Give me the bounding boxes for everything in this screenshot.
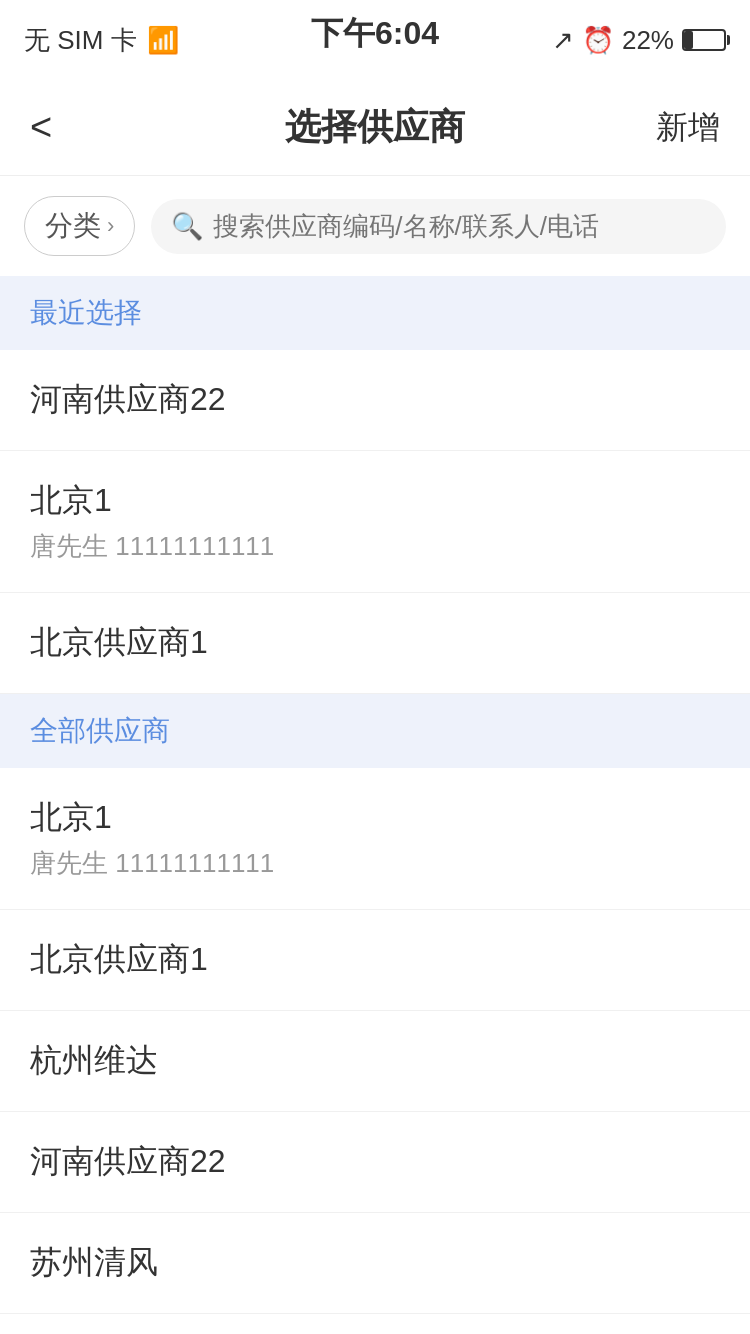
status-right: ↗ ⏰ 22% (552, 25, 726, 56)
location-icon: ↗ (552, 25, 574, 56)
status-left: 无 SIM 卡 📶 (24, 23, 179, 58)
item-name: 北京1 (30, 796, 720, 840)
filter-bar: 分类 › 🔍 (0, 176, 750, 276)
alarm-icon: ⏰ (582, 25, 614, 56)
list-item[interactable]: 北京1 唐先生 11111111111 (0, 451, 750, 593)
list-item[interactable]: 河南供应商22 (0, 1112, 750, 1213)
item-name: 河南供应商22 (30, 378, 720, 422)
battery-icon (682, 29, 726, 51)
nav-bar: < 选择供应商 新增 (0, 80, 750, 176)
battery-percent: 22% (622, 25, 674, 56)
recent-list: 河南供应商22 北京1 唐先生 11111111111 北京供应商1 (0, 350, 750, 694)
category-label: 分类 (45, 207, 101, 245)
list-item[interactable]: 苏州清风 (0, 1213, 750, 1314)
list-item[interactable]: 北京1 唐先生 11111111111 (0, 768, 750, 910)
list-item[interactable]: 北京供应商1 (0, 910, 750, 1011)
all-section-header: 全部供应商 (0, 694, 750, 768)
search-input[interactable] (213, 211, 706, 242)
category-filter[interactable]: 分类 › (24, 196, 135, 256)
item-sub: 唐先生 11111111111 (30, 529, 720, 564)
page-title: 选择供应商 (285, 103, 465, 152)
search-bar[interactable]: 🔍 (151, 199, 726, 254)
list-item[interactable]: 杭州维达 (0, 1011, 750, 1112)
item-name: 杭州维达 (30, 1039, 720, 1083)
item-sub: 唐先生 11111111111 (30, 846, 720, 881)
item-name: 北京1 (30, 479, 720, 523)
search-icon: 🔍 (171, 211, 203, 242)
list-item[interactable]: 河南供应商22 (0, 350, 750, 451)
chevron-right-icon: › (107, 213, 114, 239)
status-bar: 无 SIM 卡 📶 下午6:04 ↗ ⏰ 22% (0, 0, 750, 80)
recent-section-label: 最近选择 (30, 297, 142, 328)
wifi-icon: 📶 (147, 25, 179, 56)
all-section-label: 全部供应商 (30, 715, 170, 746)
recent-section-header: 最近选择 (0, 276, 750, 350)
item-name: 北京供应商1 (30, 621, 720, 665)
add-button[interactable]: 新增 (640, 106, 720, 150)
all-list: 北京1 唐先生 11111111111 北京供应商1 杭州维达河南供应商22 苏州清风 (0, 768, 750, 1314)
item-name: 苏州清风 (30, 1241, 720, 1285)
list-item[interactable]: 北京供应商1 (0, 593, 750, 694)
back-button[interactable]: < (30, 106, 110, 149)
status-time: 下午6:04 (311, 12, 439, 56)
carrier-text: 无 SIM 卡 (24, 23, 137, 58)
item-name: 河南供应商22 (30, 1140, 720, 1184)
item-name: 北京供应商1 (30, 938, 720, 982)
